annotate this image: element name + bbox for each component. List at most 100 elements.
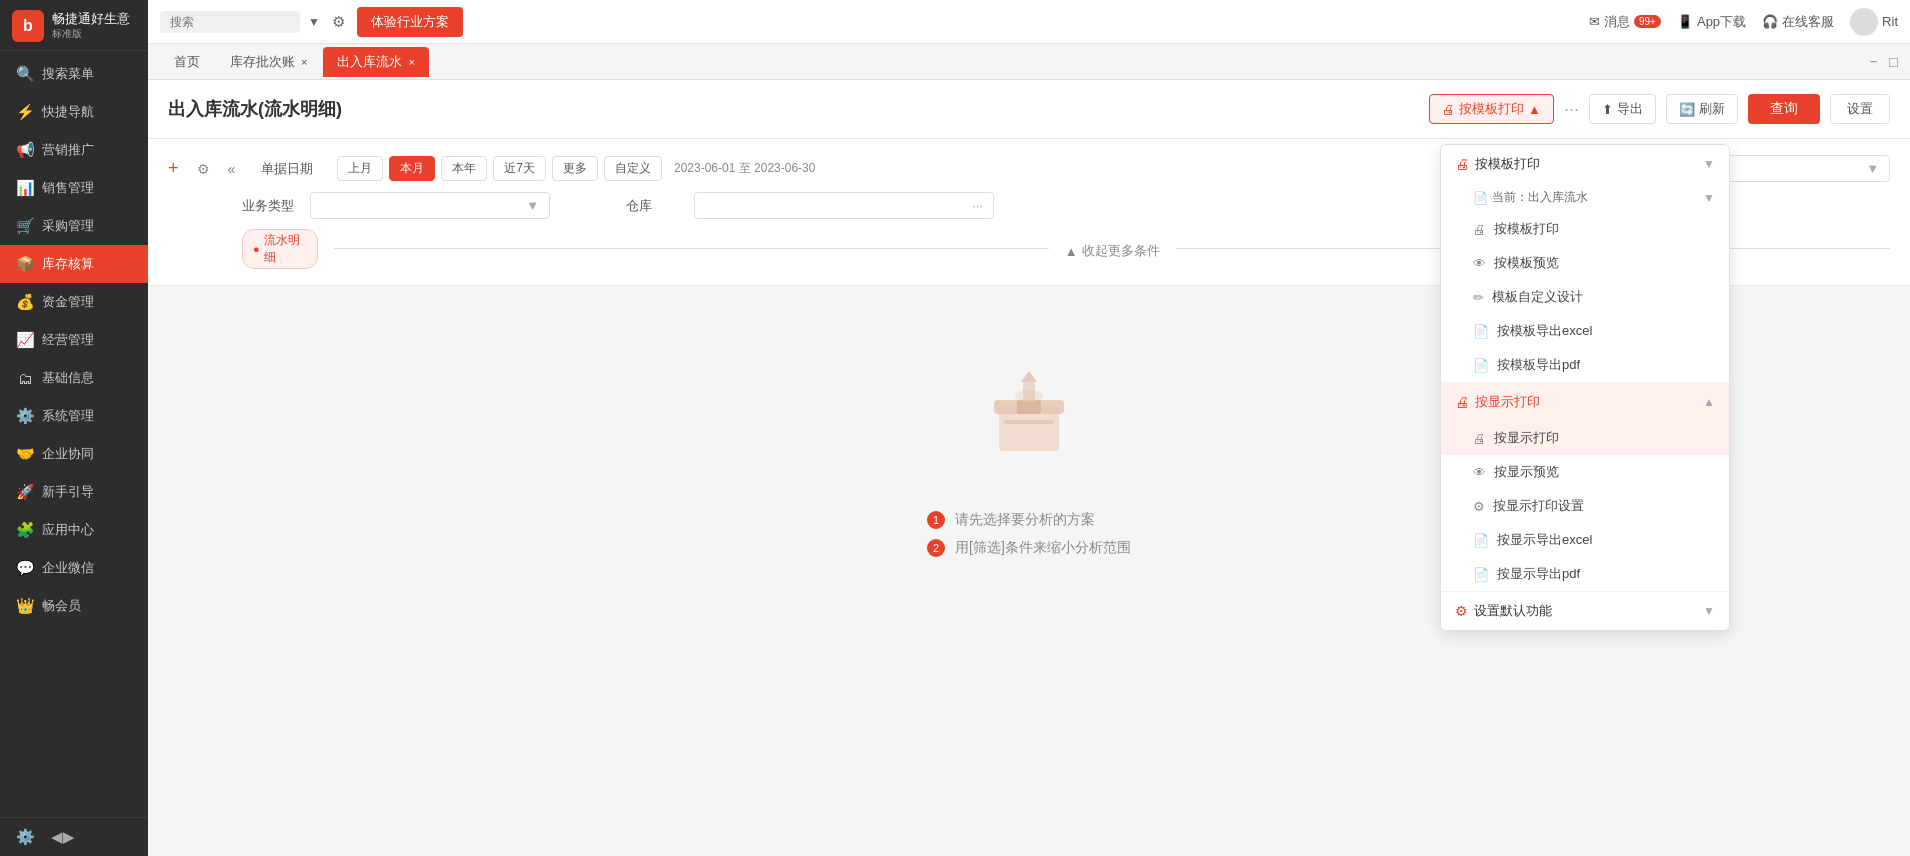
empty-steps: 1 请先选择要分析的方案 2 用[筛选]条件来缩小分析范围 bbox=[927, 505, 1131, 561]
item-excel-icon: 📄 bbox=[1473, 324, 1489, 339]
tab-maximize-icon[interactable]: □ bbox=[1889, 53, 1898, 70]
display-preview-item-label: 按显示预览 bbox=[1494, 463, 1559, 481]
sidebar-item-operations[interactable]: 📈 经营管理 bbox=[0, 321, 148, 359]
sidebar-label-quick-nav: 快捷导航 bbox=[42, 103, 94, 121]
template-excel-item[interactable]: 📄 按模板导出excel bbox=[1441, 314, 1729, 348]
template-custom-item[interactable]: ✏ 模板自定义设计 bbox=[1441, 280, 1729, 314]
tab-batch[interactable]: 库存批次账 × bbox=[216, 47, 321, 77]
template-print-item[interactable]: 🖨 按模板打印 bbox=[1441, 212, 1729, 246]
date-btn-prev-month[interactable]: 上月 bbox=[337, 156, 383, 181]
export-button[interactable]: ⬆ 导出 bbox=[1589, 94, 1656, 124]
more-options-icon[interactable]: ··· bbox=[1564, 99, 1579, 120]
display-preview-item[interactable]: 👁 按显示预览 bbox=[1441, 455, 1729, 489]
print-template-label: 按模板打印 bbox=[1459, 100, 1524, 118]
topbar-search-input[interactable] bbox=[160, 11, 300, 33]
template-print-header-icon: 🖨 bbox=[1455, 156, 1469, 172]
default-function-section: ⚙ 设置默认功能 ▼ bbox=[1441, 592, 1729, 630]
date-btn-more[interactable]: 更多 bbox=[552, 156, 598, 181]
date-btn-custom[interactable]: 自定义 bbox=[604, 156, 662, 181]
page-title: 出入库流水(流水明细) bbox=[168, 97, 342, 135]
display-print-header[interactable]: 🖨 按显示打印 ▲ bbox=[1441, 383, 1729, 421]
guide-icon: 🚀 bbox=[16, 483, 34, 501]
tab-flow-close[interactable]: × bbox=[408, 56, 414, 68]
sidebar-item-member[interactable]: 👑 畅会员 bbox=[0, 587, 148, 625]
filter-add-button[interactable]: + bbox=[168, 158, 179, 179]
sidebar-label-member: 畅会员 bbox=[42, 597, 81, 615]
display-excel-icon: 📄 bbox=[1473, 533, 1489, 548]
search-icon: 🔍 bbox=[16, 65, 34, 83]
app-name: 畅捷通好生意 bbox=[52, 11, 130, 28]
sidebar-item-guide[interactable]: 🚀 新手引导 bbox=[0, 473, 148, 511]
setting-button[interactable]: 设置 bbox=[1830, 94, 1890, 124]
print-template-button[interactable]: 🖨 按模板打印 ▲ bbox=[1429, 94, 1554, 124]
sidebar-label-search: 搜索菜单 bbox=[42, 65, 94, 83]
sidebar-item-inventory[interactable]: 📦 库存核算 bbox=[0, 245, 148, 283]
sidebar-label-appcenter: 应用中心 bbox=[42, 521, 94, 539]
footer-settings-icon[interactable]: ⚙️ bbox=[16, 828, 35, 846]
tab-batch-close[interactable]: × bbox=[301, 56, 307, 68]
sidebar-nav: 🔍 搜索菜单 ⚡ 快捷导航 📢 营销推广 📊 销售管理 🛒 采购管理 📦 库存核… bbox=[0, 51, 148, 817]
sidebar-item-wechat[interactable]: 💬 企业微信 bbox=[0, 549, 148, 587]
display-settings-item[interactable]: ⚙ 按显示打印设置 bbox=[1441, 489, 1729, 523]
item-print-icon: 🖨 bbox=[1473, 222, 1486, 237]
display-print-icon: 🖨 bbox=[1473, 431, 1486, 446]
template-pdf-item[interactable]: 📄 按模板导出pdf bbox=[1441, 348, 1729, 382]
collapse-button[interactable]: ▲ 收起更多条件 bbox=[1065, 242, 1160, 260]
template-preview-item[interactable]: 👁 按模板预览 bbox=[1441, 246, 1729, 280]
display-print-item[interactable]: 🖨 按显示打印 bbox=[1441, 421, 1729, 455]
sidebar-item-appcenter[interactable]: 🧩 应用中心 bbox=[0, 511, 148, 549]
app-name-block: 畅捷通好生意 标准版 bbox=[52, 11, 130, 42]
print-template-icon: 🖨 bbox=[1442, 102, 1455, 117]
app-download-item[interactable]: 📱 App下载 bbox=[1677, 13, 1746, 31]
user-avatar-item[interactable]: Rit bbox=[1850, 8, 1898, 36]
template-pdf-item-label: 按模板导出pdf bbox=[1497, 356, 1580, 374]
industry-solution-button[interactable]: 体验行业方案 bbox=[357, 7, 463, 37]
sidebar-item-collab[interactable]: 🤝 企业协同 bbox=[0, 435, 148, 473]
sidebar-item-purchase[interactable]: 🛒 采购管理 bbox=[0, 207, 148, 245]
tag-icon: ● bbox=[253, 243, 260, 255]
sidebar-item-finance[interactable]: 💰 资金管理 bbox=[0, 283, 148, 321]
topbar-dropdown-arrow[interactable]: ▼ bbox=[308, 15, 320, 29]
sidebar-item-system[interactable]: ⚙️ 系统管理 bbox=[0, 397, 148, 435]
date-btn-current-year[interactable]: 本年 bbox=[441, 156, 487, 181]
tab-batch-label: 库存批次账 bbox=[230, 53, 295, 71]
sidebar-item-marketing[interactable]: 📢 营销推广 bbox=[0, 131, 148, 169]
filter-toggle-icon[interactable]: « bbox=[228, 161, 236, 177]
display-pdf-item-label: 按显示导出pdf bbox=[1497, 565, 1580, 583]
query-button[interactable]: 查询 bbox=[1748, 94, 1820, 124]
message-item[interactable]: ✉ 消息 99+ bbox=[1589, 13, 1661, 31]
tabs-bar: 首页 库存批次账 × 出入库流水 × － □ bbox=[148, 44, 1910, 80]
topbar: ▼ ⚙ 体验行业方案 ✉ 消息 99+ 📱 App下载 🎧 在线客服 Rit bbox=[148, 0, 1910, 44]
sidebar-item-basic[interactable]: 🗂 基础信息 bbox=[0, 359, 148, 397]
page-header: 出入库流水(流水明细) 🖨 按模板打印 ▲ ··· ⬆ 导出 🔄 刷新 查询 设… bbox=[148, 80, 1910, 139]
display-pdf-item[interactable]: 📄 按显示导出pdf bbox=[1441, 557, 1729, 591]
sidebar-item-quick-nav[interactable]: ⚡ 快捷导航 bbox=[0, 93, 148, 131]
display-excel-item[interactable]: 📄 按显示导出excel bbox=[1441, 523, 1729, 557]
footer-collapse-icon[interactable]: ◀▶ bbox=[51, 828, 75, 846]
default-function-header[interactable]: ⚙ 设置默认功能 ▼ bbox=[1441, 592, 1729, 630]
date-range-display: 2023-06-01 至 2023-06-30 bbox=[674, 160, 815, 177]
sidebar-item-sales[interactable]: 📊 销售管理 bbox=[0, 169, 148, 207]
warehouse-more-icon[interactable]: ··· bbox=[972, 198, 983, 213]
online-service-item[interactable]: 🎧 在线客服 bbox=[1762, 13, 1834, 31]
warehouse-select[interactable]: ··· bbox=[694, 192, 994, 219]
bill-type-arrow: ▼ bbox=[1866, 161, 1879, 176]
user-avatar bbox=[1850, 8, 1878, 36]
tab-home[interactable]: 首页 bbox=[160, 47, 214, 77]
topbar-gear-icon[interactable]: ⚙ bbox=[332, 13, 345, 31]
refresh-button[interactable]: 🔄 刷新 bbox=[1666, 94, 1738, 124]
template-custom-item-label: 模板自定义设计 bbox=[1492, 288, 1583, 306]
filter-settings-icon[interactable]: ⚙ bbox=[197, 161, 210, 177]
biz-type-arrow: ▼ bbox=[526, 198, 539, 213]
date-btn-current-month[interactable]: 本月 bbox=[389, 156, 435, 181]
date-buttons: 上月 本月 本年 近7天 更多 自定义 2023-06-01 至 2023-06… bbox=[337, 156, 815, 181]
sidebar-item-search[interactable]: 🔍 搜索菜单 bbox=[0, 55, 148, 93]
tab-flow[interactable]: 出入库流水 × bbox=[323, 47, 428, 77]
display-excel-item-label: 按显示导出excel bbox=[1497, 531, 1592, 549]
biz-type-select[interactable]: ▼ bbox=[310, 192, 550, 219]
sidebar: b 畅捷通好生意 标准版 🔍 搜索菜单 ⚡ 快捷导航 📢 营销推广 📊 销售管理… bbox=[0, 0, 148, 856]
tab-minimize-icon[interactable]: － bbox=[1866, 52, 1881, 71]
template-print-header[interactable]: 🖨 按模板打印 ▼ bbox=[1441, 145, 1729, 183]
date-btn-last7days[interactable]: 近7天 bbox=[493, 156, 546, 181]
finance-icon: 💰 bbox=[16, 293, 34, 311]
